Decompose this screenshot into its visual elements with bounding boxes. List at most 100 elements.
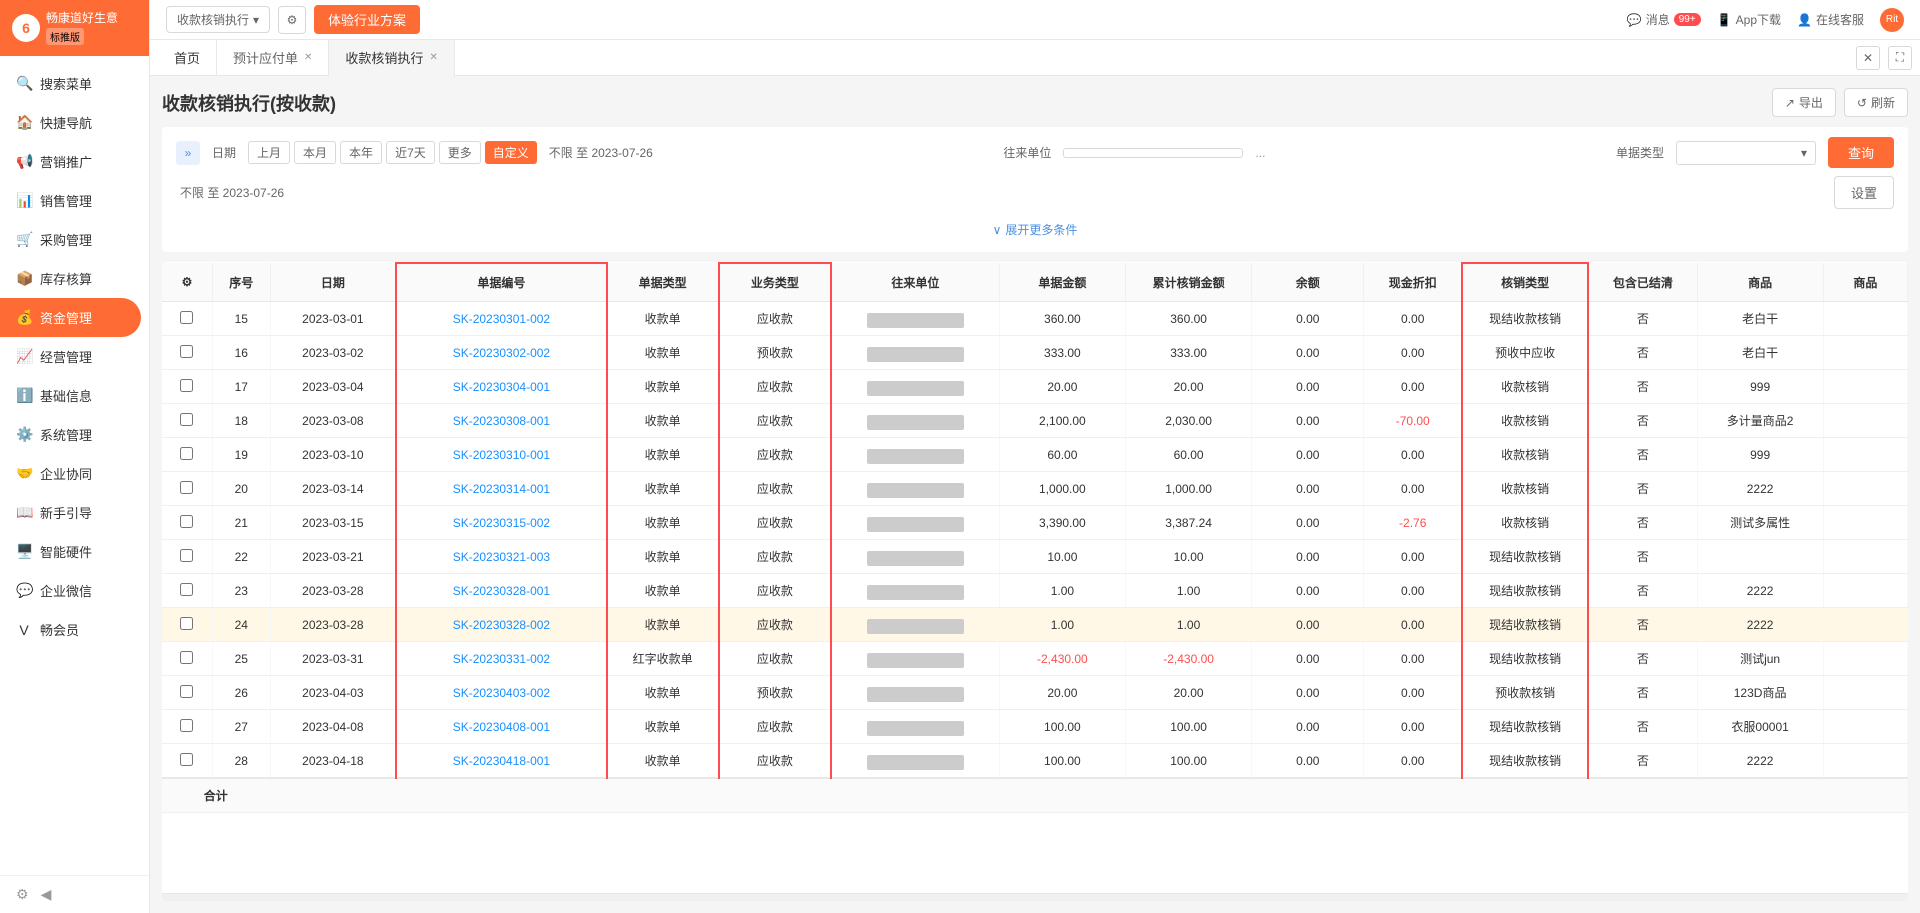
code-link[interactable]: SK-20230302-002 (453, 346, 550, 360)
code-link[interactable]: SK-20230310-001 (453, 448, 550, 462)
sidebar-item-purchase[interactable]: 🛒采购管理 (0, 220, 149, 259)
cell-checkbox[interactable] (162, 710, 212, 744)
sidebar-item-basic[interactable]: ℹ️基础信息 (0, 376, 149, 415)
export-button[interactable]: ↗ 导出 (1772, 88, 1836, 117)
row-checkbox[interactable] (180, 379, 193, 392)
sidebar-item-enterprise[interactable]: 🤝企业协同 (0, 454, 149, 493)
code-link[interactable]: SK-20230304-001 (453, 380, 550, 394)
code-link[interactable]: SK-20230328-001 (453, 584, 550, 598)
cell-checkbox[interactable] (162, 438, 212, 472)
code-link[interactable]: SK-20230403-002 (453, 686, 550, 700)
cell-checkbox[interactable] (162, 302, 212, 336)
sidebar-item-inventory[interactable]: 📦库存核算 (0, 259, 149, 298)
cell-checkbox[interactable] (162, 336, 212, 370)
cell-checkbox[interactable] (162, 506, 212, 540)
sidebar-item-sales[interactable]: 📊销售管理 (0, 181, 149, 220)
cell-checkbox[interactable] (162, 744, 212, 779)
tab-collection[interactable]: 收款核销执行 ✕ (329, 40, 454, 76)
messages-button[interactable]: 💬 消息 99+ (1627, 11, 1701, 28)
code-link[interactable]: SK-20230315-002 (453, 516, 550, 530)
row-checkbox[interactable] (180, 617, 193, 630)
cell-checkbox[interactable] (162, 472, 212, 506)
collapse-icon[interactable]: ◀ (41, 886, 52, 903)
date-7days-button[interactable]: 近7天 (386, 141, 435, 164)
table-row: 17 2023-03-04 SK-20230304-001 收款单 应收款 ██… (162, 370, 1908, 404)
cell-checkbox[interactable] (162, 574, 212, 608)
sidebar-item-finance[interactable]: 💰资金管理 (0, 298, 141, 337)
row-checkbox[interactable] (180, 413, 193, 426)
code-link[interactable]: SK-20230408-001 (453, 720, 550, 734)
tab-expand-button[interactable]: ⛶ (1888, 46, 1912, 70)
doc-type-select[interactable]: ▾ (1676, 141, 1816, 165)
cell-checkbox[interactable] (162, 676, 212, 710)
col-header-gear[interactable]: ⚙ (162, 263, 212, 302)
row-checkbox[interactable] (180, 515, 193, 528)
row-checkbox[interactable] (180, 311, 193, 324)
tab-prepay[interactable]: 预计应付单 ✕ (217, 40, 329, 76)
cell-checkbox[interactable] (162, 404, 212, 438)
code-link[interactable]: SK-20230301-002 (453, 312, 550, 326)
code-link[interactable]: SK-20230328-002 (453, 618, 550, 632)
cell-discount: 0.00 (1364, 540, 1462, 574)
sidebar-item-operation[interactable]: 📈经营管理 (0, 337, 149, 376)
sidebar-item-guide[interactable]: 📖新手引导 (0, 493, 149, 532)
date-this-year-button[interactable]: 本年 (340, 141, 382, 164)
cell-goods2 (1823, 404, 1907, 438)
date-this-month-button[interactable]: 本月 (294, 141, 336, 164)
industry-button[interactable]: 体验行业方案 (314, 5, 420, 34)
row-checkbox[interactable] (180, 651, 193, 664)
settings-icon[interactable]: ⚙ (16, 886, 29, 903)
row-checkbox[interactable] (180, 583, 193, 596)
user-avatar[interactable]: Rit (1880, 8, 1904, 32)
breadcrumb-selector[interactable]: 收款核销执行 ▾ (166, 6, 270, 33)
expand-more-button[interactable]: ∨ 展开更多条件 (176, 217, 1894, 242)
online-service-button[interactable]: 👤 在线客服 (1797, 11, 1864, 28)
sidebar-label-basic: 基础信息 (40, 386, 92, 405)
sidebar-item-system[interactable]: ⚙️系统管理 (0, 415, 149, 454)
row-checkbox[interactable] (180, 447, 193, 460)
filter-expand-button[interactable]: » (176, 141, 200, 165)
row-checkbox[interactable] (180, 685, 193, 698)
sidebar-item-hardware[interactable]: 🖥️智能硬件 (0, 532, 149, 571)
cell-goods: 999 (1697, 370, 1823, 404)
cell-partner: ████████ (831, 336, 999, 370)
code-link[interactable]: SK-20230331-002 (453, 652, 550, 666)
refresh-button[interactable]: ↺ 刷新 (1844, 88, 1908, 117)
cell-checkbox[interactable] (162, 642, 212, 676)
sidebar-item-marketing[interactable]: 📢营销推广 (0, 142, 149, 181)
cell-checkbox[interactable] (162, 608, 212, 642)
table-container[interactable]: ⚙ 序号 日期 单据编号 单据类型 业务类型 往来单位 单据金额 累计核销金额 … (162, 262, 1908, 893)
cell-checkbox[interactable] (162, 370, 212, 404)
horizontal-scrollbar[interactable] (162, 893, 1908, 901)
row-checkbox[interactable] (180, 753, 193, 766)
cell-cum-cancel: 60.00 (1125, 438, 1251, 472)
query-button[interactable]: 查询 (1828, 137, 1894, 168)
sidebar-item-wechat[interactable]: 💬企业微信 (0, 571, 149, 610)
tab-home[interactable]: 首页 (158, 40, 217, 76)
date-more-button[interactable]: 更多 (439, 141, 481, 164)
row-checkbox[interactable] (180, 719, 193, 732)
gear-button[interactable]: ⚙ (278, 6, 306, 34)
code-link[interactable]: SK-20230314-001 (453, 482, 550, 496)
code-link[interactable]: SK-20230418-001 (453, 754, 550, 768)
settings-button[interactable]: 设置 (1834, 176, 1894, 209)
tab-close-all-button[interactable]: ✕ (1856, 46, 1880, 70)
row-checkbox[interactable] (180, 549, 193, 562)
sidebar-item-quicknav[interactable]: 🏠快捷导航 (0, 103, 149, 142)
row-checkbox[interactable] (180, 345, 193, 358)
cell-checkbox[interactable] (162, 540, 212, 574)
date-last-month-button[interactable]: 上月 (248, 141, 290, 164)
sidebar-item-search[interactable]: 🔍搜索菜单 (0, 64, 149, 103)
tab-collection-close[interactable]: ✕ (429, 52, 437, 63)
app-download-button[interactable]: 📱 App下载 (1717, 11, 1781, 28)
code-link[interactable]: SK-20230308-001 (453, 414, 550, 428)
sidebar-item-member[interactable]: V畅会员 (0, 610, 149, 649)
code-link[interactable]: SK-20230321-003 (453, 550, 550, 564)
tab-prepay-close[interactable]: ✕ (304, 52, 312, 63)
message-icon: 💬 (1627, 13, 1642, 27)
partner-input[interactable] (1063, 148, 1243, 158)
row-checkbox[interactable] (180, 481, 193, 494)
cell-code: SK-20230314-001 (396, 472, 606, 506)
cell-doc-type: 收款单 (607, 676, 719, 710)
date-custom-button[interactable]: 自定义 (485, 141, 537, 164)
